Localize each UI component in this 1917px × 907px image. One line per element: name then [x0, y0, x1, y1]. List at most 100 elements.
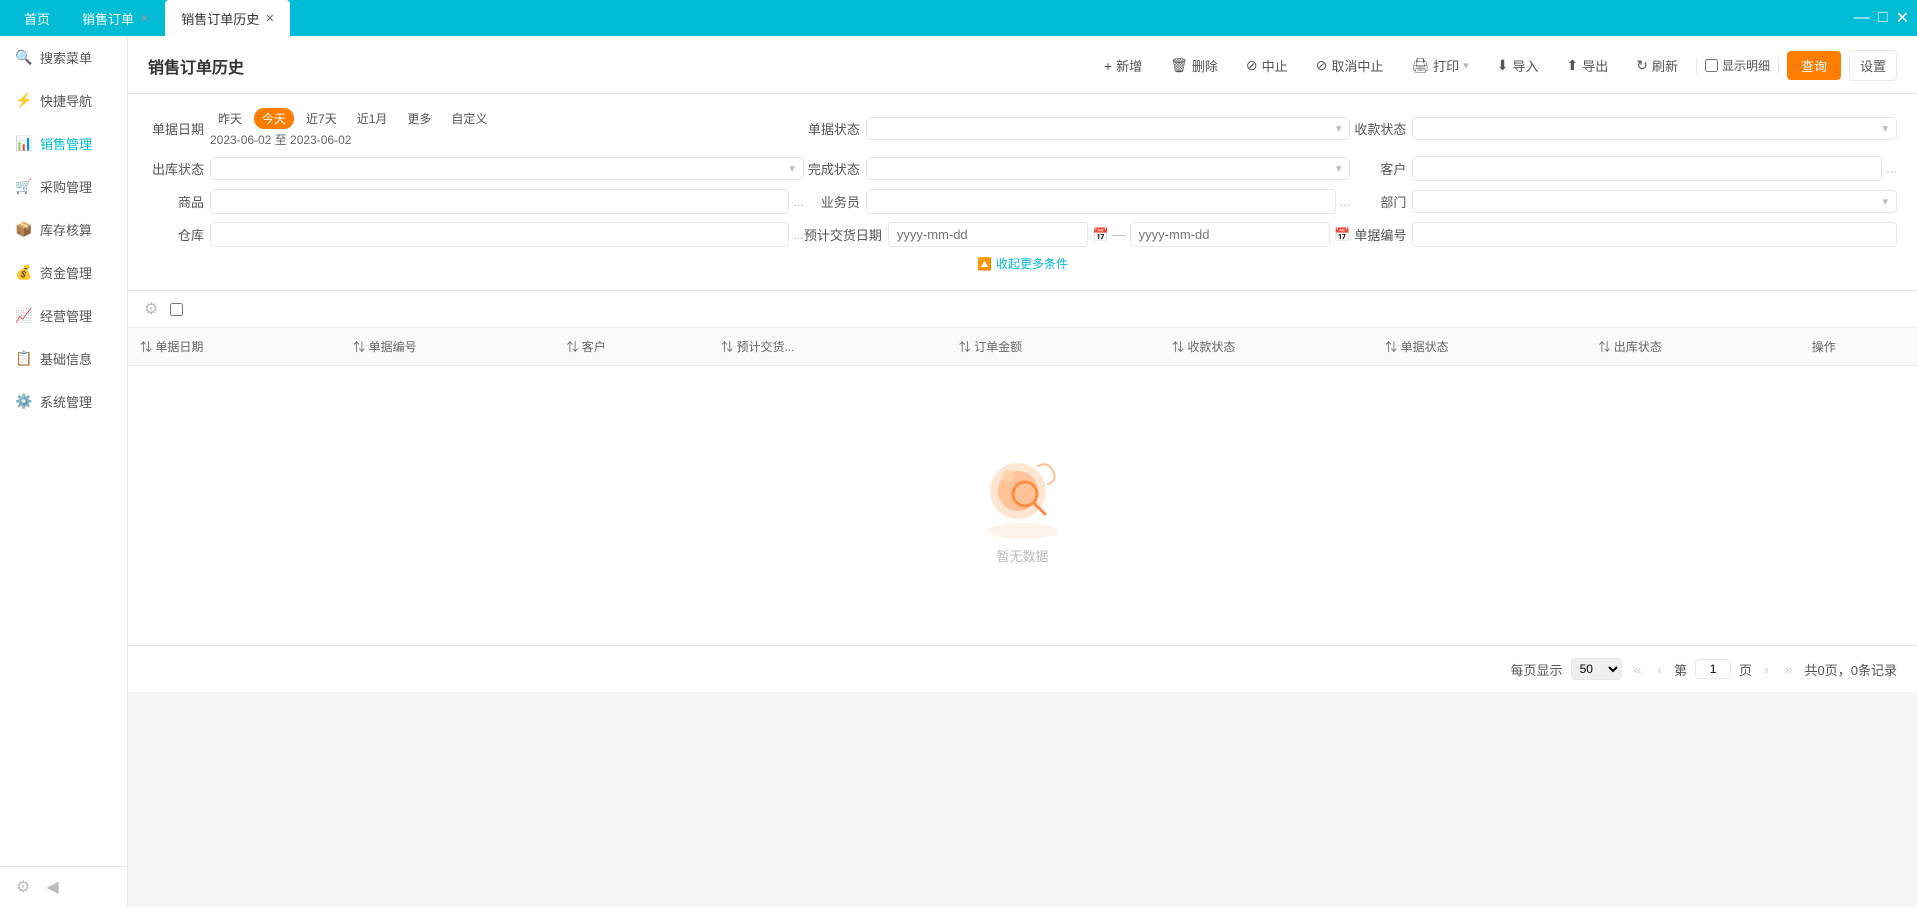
- tab-sales-order-history-close[interactable]: ✕: [265, 12, 274, 25]
- filter-delivery-date-end[interactable]: [1130, 222, 1331, 247]
- inventory-icon: 📦: [16, 222, 32, 238]
- date-more[interactable]: 更多: [399, 108, 439, 129]
- search-menu-icon: 🔍: [16, 50, 32, 66]
- print-dropdown-icon: ▾: [1463, 59, 1469, 72]
- pagination: 每页显示 50 10 20 100 « ‹ 第 页 › » 共0页，0条记录: [128, 645, 1917, 692]
- filter-date: 单据日期 昨天 今天 近7天 近1月 更多 自定义 2023-06-02 至 2…: [148, 108, 804, 148]
- collapse-row[interactable]: 🔼 收起更多条件: [148, 251, 1897, 276]
- sidebar-settings-icon[interactable]: ⚙: [16, 877, 30, 897]
- filter-out-status-label: 出库状态: [148, 159, 204, 178]
- sidebar-item-search-menu[interactable]: 🔍 搜索菜单: [0, 36, 127, 79]
- filter-out-status-select[interactable]: ▾: [210, 157, 804, 180]
- stop-button[interactable]: ⊘ 中止: [1236, 51, 1298, 80]
- cancel-stop-button[interactable]: ⊘ 取消中止: [1306, 51, 1394, 80]
- filter-customer-label: 客户: [1350, 159, 1406, 178]
- next-page-button[interactable]: ›: [1760, 659, 1773, 679]
- filter-bill-status-select[interactable]: ▾: [866, 117, 1351, 140]
- filter-salesperson-input[interactable]: [866, 189, 1336, 214]
- date-range-text: 2023-06-02 至 2023-06-02: [210, 131, 351, 148]
- calendar-start-icon[interactable]: 📅: [1092, 227, 1108, 243]
- tab-sales-order-history[interactable]: 销售订单历史 ✕: [165, 0, 290, 36]
- filter-complete-status-label: 完成状态: [804, 159, 860, 178]
- page-size-select[interactable]: 50 10 20 100: [1571, 658, 1622, 680]
- th-bill-no-label: ⇅ 单据编号: [353, 340, 416, 354]
- th-customer[interactable]: ⇅ 客户: [554, 328, 709, 366]
- delete-icon: 🗑: [1170, 57, 1188, 74]
- filter-customer-input[interactable]: [1412, 156, 1882, 181]
- filter-bill-no-input[interactable]: [1412, 222, 1897, 247]
- filter-warehouse-input[interactable]: [210, 222, 789, 247]
- show-details-checkbox-label[interactable]: 显示明细: [1705, 57, 1770, 74]
- delete-button[interactable]: 🗑 删除: [1160, 51, 1228, 80]
- sidebar-item-operation-mgmt-label: 经营管理: [40, 306, 92, 325]
- th-amount[interactable]: ⇅ 订单金额: [947, 328, 1160, 366]
- prev-page-button[interactable]: ‹: [1653, 659, 1666, 679]
- tab-sales-order[interactable]: 销售订单 ✕: [66, 0, 165, 36]
- th-delivery-date[interactable]: ⇅ 预计交货...: [709, 328, 947, 366]
- operation-mgmt-icon: 📈: [16, 308, 32, 324]
- minimize-button[interactable]: —: [1854, 9, 1870, 27]
- export-button[interactable]: ⬆ 导出: [1556, 51, 1618, 80]
- sidebar-collapse-icon[interactable]: ◀: [46, 877, 58, 897]
- date-custom[interactable]: 自定义: [443, 108, 495, 129]
- settings-label: 设置: [1860, 56, 1886, 75]
- th-bill-no[interactable]: ⇅ 单据编号: [341, 328, 554, 366]
- sidebar-item-system-mgmt[interactable]: ⚙️ 系统管理: [0, 380, 127, 423]
- sidebar-item-quick-nav[interactable]: ⚡ 快捷导航: [0, 79, 127, 122]
- maximize-button[interactable]: □: [1878, 9, 1888, 27]
- goods-dots-icon[interactable]: ...: [793, 194, 804, 209]
- filter-date-label: 单据日期: [148, 119, 204, 138]
- sidebar-item-purchase-mgmt[interactable]: 🛒 采购管理: [0, 165, 127, 208]
- sidebar-item-operation-mgmt[interactable]: 📈 经营管理: [0, 294, 127, 337]
- th-bill-status[interactable]: ⇅ 单据状态: [1373, 328, 1586, 366]
- filter-delivery-date-start[interactable]: [888, 222, 1089, 247]
- collapse-label: 收起更多条件: [996, 255, 1068, 272]
- date-7days[interactable]: 近7天: [298, 108, 345, 129]
- first-page-button[interactable]: «: [1630, 659, 1646, 679]
- new-button[interactable]: + 新增: [1094, 51, 1152, 80]
- table-header-row: ⇅ 单据日期 ⇅ 单据编号 ⇅ 客户 ⇅ 预计交货... ⇅ 订单金额: [128, 328, 1917, 366]
- th-date[interactable]: ⇅ 单据日期: [128, 328, 341, 366]
- th-payment-status[interactable]: ⇅ 收款状态: [1160, 328, 1373, 366]
- import-button[interactable]: ⬇ 导入: [1487, 51, 1549, 80]
- sidebar-item-capital-mgmt[interactable]: 💰 资金管理: [0, 251, 127, 294]
- filter-payment-status: 收款状态 ▾: [1350, 117, 1897, 140]
- date-1month[interactable]: 近1月: [349, 108, 396, 129]
- customer-dots-icon[interactable]: ...: [1886, 161, 1897, 176]
- sidebar-item-basic-info[interactable]: 📋 基础信息: [0, 337, 127, 380]
- filter-department: 部门 ▾: [1350, 190, 1897, 213]
- date-yesterday[interactable]: 昨天: [210, 108, 250, 129]
- empty-text: 暂无数据: [996, 546, 1048, 565]
- export-label: 导出: [1582, 56, 1608, 75]
- tab-home[interactable]: 首页: [8, 0, 66, 36]
- tab-sales-order-close[interactable]: ✕: [140, 12, 149, 25]
- close-button[interactable]: ✕: [1896, 8, 1909, 28]
- select-all-checkbox[interactable]: [170, 303, 183, 316]
- th-out-status[interactable]: ⇅ 出库状态: [1586, 328, 1799, 366]
- filter-complete-status-select[interactable]: ▾: [866, 157, 1351, 180]
- print-button[interactable]: 🖨 打印 ▾: [1401, 51, 1478, 80]
- page-number-input[interactable]: [1695, 659, 1731, 679]
- salesperson-dots-icon[interactable]: ...: [1340, 194, 1351, 209]
- table-settings-icon[interactable]: ⚙: [144, 299, 158, 319]
- filter-department-select[interactable]: ▾: [1412, 190, 1897, 213]
- filter-goods-input[interactable]: [210, 189, 789, 214]
- query-button[interactable]: 查询: [1787, 51, 1841, 80]
- filter-bill-status-label: 单据状态: [804, 119, 860, 138]
- page-size-label: 每页显示: [1511, 660, 1563, 679]
- refresh-button[interactable]: ↻ 刷新: [1626, 51, 1688, 80]
- last-page-button[interactable]: »: [1781, 659, 1797, 679]
- sidebar-item-inventory-label: 库存核算: [40, 220, 92, 239]
- import-icon: ⬇: [1497, 57, 1509, 74]
- date-today[interactable]: 今天: [254, 108, 294, 129]
- warehouse-dots-icon[interactable]: ...: [793, 227, 804, 242]
- cancel-stop-icon: ⊘: [1316, 57, 1328, 74]
- calendar-end-icon[interactable]: 📅: [1334, 227, 1350, 243]
- settings-button[interactable]: 设置: [1849, 50, 1897, 81]
- th-operation: 操作: [1800, 328, 1917, 366]
- sidebar-item-inventory[interactable]: 📦 库存核算: [0, 208, 127, 251]
- show-details-checkbox[interactable]: [1705, 59, 1718, 72]
- filter-payment-status-select[interactable]: ▾: [1412, 117, 1897, 140]
- quick-nav-icon: ⚡: [16, 93, 32, 109]
- sidebar-item-sales-mgmt[interactable]: 📊 销售管理: [0, 122, 127, 165]
